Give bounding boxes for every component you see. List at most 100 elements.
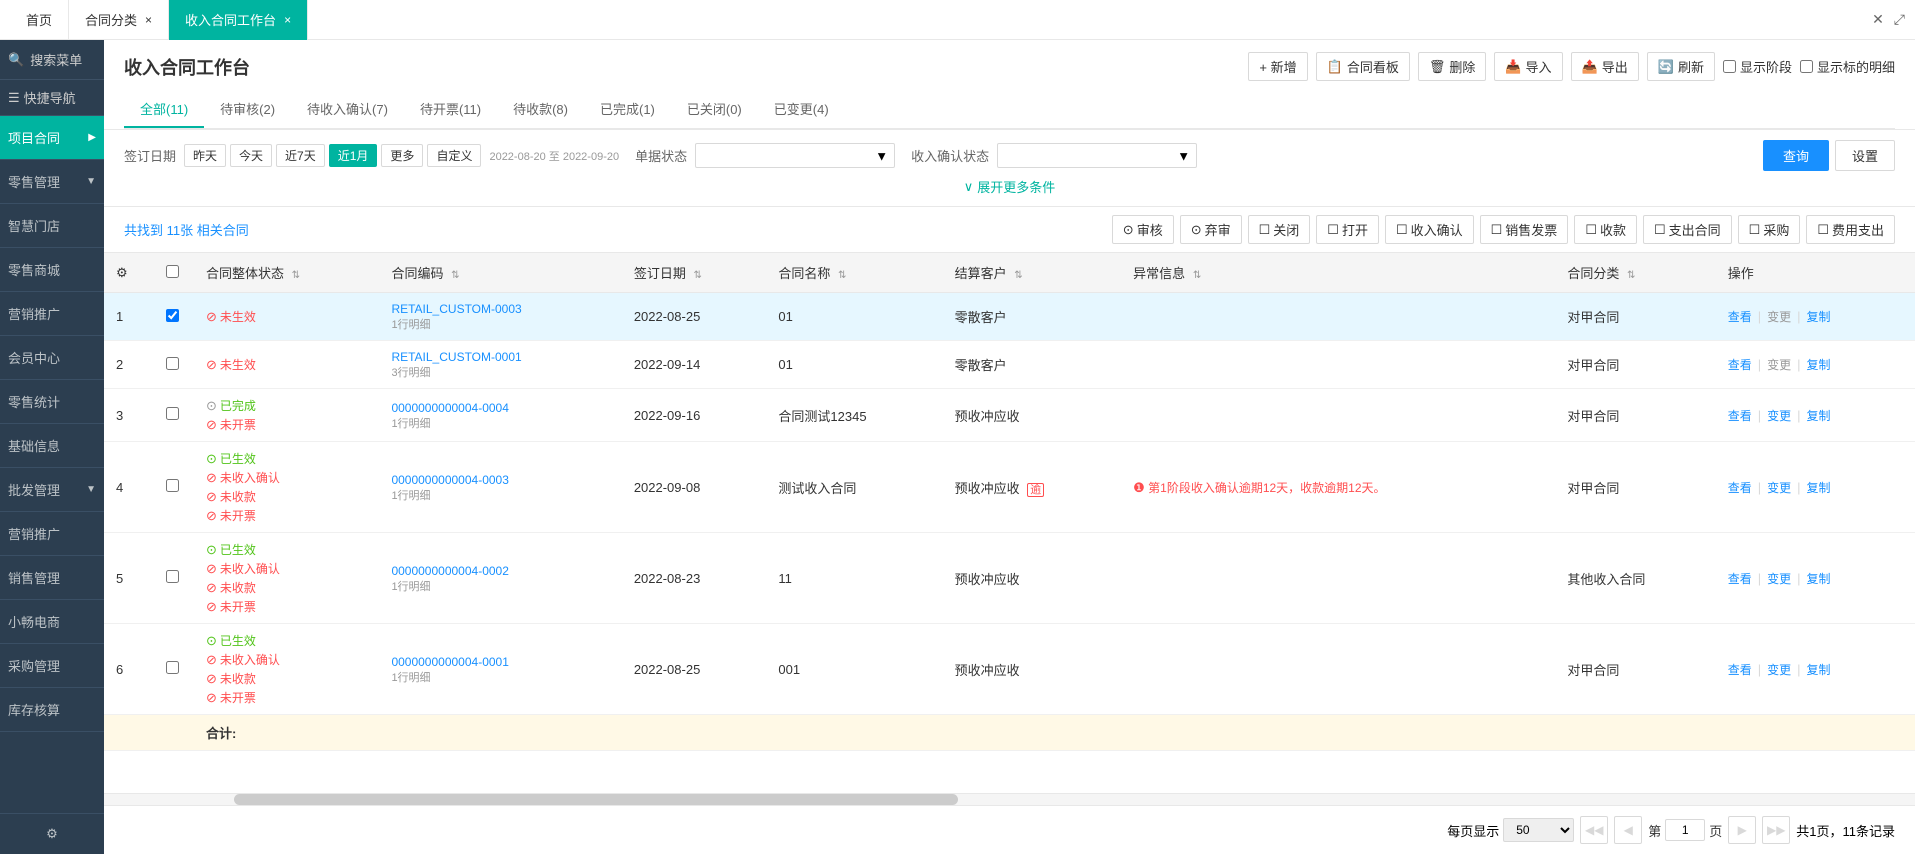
date-btn-7days[interactable]: 近7天	[276, 144, 325, 167]
view-btn-4[interactable]: 查看	[1728, 479, 1752, 496]
open-contract-button[interactable]: ☐ 打开	[1316, 215, 1379, 244]
copy-btn-3[interactable]: 复制	[1807, 407, 1831, 424]
sidebar-item-marketing-promo-2[interactable]: 营销推广	[0, 512, 104, 556]
sidebar-item-sales-management[interactable]: 销售管理	[0, 556, 104, 600]
tab-pending-payment[interactable]: 待收款(8)	[497, 91, 584, 128]
sidebar-item-marketing-promo[interactable]: 营销推广	[0, 292, 104, 336]
tab-contract-category-close[interactable]: ×	[145, 13, 152, 27]
contract-link-6[interactable]: 0000000000004-0001	[391, 655, 508, 669]
tab-closed[interactable]: 已关闭(0)	[671, 91, 758, 128]
sort-icon[interactable]: ⇅	[292, 270, 300, 281]
row-6-checkbox[interactable]	[166, 661, 179, 674]
select-all-checkbox[interactable]	[166, 265, 179, 278]
tab-income-contract-close[interactable]: ×	[284, 13, 291, 27]
row-3-checkbox[interactable]	[166, 407, 179, 420]
sidebar-item-retail-mall[interactable]: 零售商城	[0, 248, 104, 292]
copy-btn-4[interactable]: 复制	[1807, 479, 1831, 496]
delete-button[interactable]: 🗑 删除	[1418, 52, 1487, 81]
prev-page-button[interactable]: ◀	[1614, 816, 1642, 844]
sidebar-item-retail-management[interactable]: 零售管理 ▼	[0, 160, 104, 204]
copy-btn-1[interactable]: 复制	[1807, 308, 1831, 325]
tab-changed[interactable]: 已变更(4)	[758, 91, 845, 128]
sidebar-quick-nav[interactable]: ☰ 快捷导航	[0, 80, 104, 116]
sidebar-item-wholesale[interactable]: 批发管理 ▼	[0, 468, 104, 512]
import-button[interactable]: 📥 导入	[1494, 52, 1562, 81]
review-button[interactable]: ⊙ 审核	[1112, 215, 1174, 244]
expand-more-filters[interactable]: ∨ 展开更多条件	[964, 177, 1056, 196]
view-btn-3[interactable]: 查看	[1728, 407, 1752, 424]
row-4-checkbox[interactable]	[166, 479, 179, 492]
copy-btn-5[interactable]: 复制	[1807, 570, 1831, 587]
purchase-button[interactable]: ☐ 采购	[1738, 215, 1801, 244]
edit-btn-1[interactable]: 变更	[1767, 308, 1791, 325]
sort-icon-2[interactable]: ⇅	[451, 270, 459, 281]
expense-contract-button[interactable]: ☐ 支出合同	[1643, 215, 1732, 244]
sidebar-search[interactable]: 🔍 搜索菜单	[0, 40, 104, 80]
tab-pending-confirm[interactable]: 待收入确认(7)	[291, 91, 404, 128]
copy-btn-6[interactable]: 复制	[1807, 661, 1831, 678]
next-page-button[interactable]: ▶	[1728, 816, 1756, 844]
sidebar-item-purchase[interactable]: 采购管理	[0, 644, 104, 688]
contract-link-3[interactable]: 0000000000004-0004	[391, 401, 508, 415]
sort-icon-4[interactable]: ⇅	[838, 270, 846, 281]
sidebar-item-project-contract[interactable]: 项目合同 ▶	[0, 116, 104, 160]
row-1-checkbox[interactable]	[166, 309, 179, 322]
sidebar-item-retail-stats[interactable]: 零售统计	[0, 380, 104, 424]
refresh-button[interactable]: 🔄 刷新	[1647, 52, 1715, 81]
date-btn-1month[interactable]: 近1月	[329, 144, 378, 167]
abandon-review-button[interactable]: ⊙ 弃审	[1180, 215, 1242, 244]
contract-link-5[interactable]: 0000000000004-0002	[391, 564, 508, 578]
show-stages-checkbox[interactable]: 显示阶段	[1723, 57, 1792, 76]
date-btn-yesterday[interactable]: 昨天	[184, 144, 226, 167]
expense-out-button[interactable]: ☐ 费用支出	[1806, 215, 1895, 244]
contract-board-button[interactable]: 📋 合同看板	[1316, 52, 1410, 81]
query-button[interactable]: 查询	[1763, 140, 1829, 171]
horizontal-scrollbar[interactable]	[104, 793, 1915, 805]
sidebar-settings[interactable]: ⚙	[0, 813, 104, 854]
export-button[interactable]: 📤 导出	[1571, 52, 1639, 81]
tab-pending-review[interactable]: 待审核(2)	[204, 91, 291, 128]
sort-icon-5[interactable]: ⇅	[1014, 270, 1022, 281]
tab-pending-invoice[interactable]: 待开票(11)	[404, 91, 497, 128]
show-details-checkbox[interactable]: 显示标的明细	[1800, 57, 1895, 76]
sidebar-item-inventory[interactable]: 库存核算	[0, 688, 104, 732]
sort-icon-7[interactable]: ⇅	[1627, 270, 1635, 281]
edit-btn-6[interactable]: 变更	[1767, 661, 1791, 678]
date-btn-more[interactable]: 更多	[381, 144, 423, 167]
sort-icon-3[interactable]: ⇅	[693, 270, 701, 281]
tab-completed[interactable]: 已完成(1)	[584, 91, 671, 128]
date-btn-custom[interactable]: 自定义	[427, 144, 481, 167]
page-size-dropdown[interactable]: 10 20 50 100	[1503, 818, 1574, 842]
tab-contract-category[interactable]: 合同分类 ×	[69, 0, 169, 40]
window-maximize-button[interactable]: ⤢	[1894, 11, 1905, 28]
edit-btn-4[interactable]: 变更	[1767, 479, 1791, 496]
page-number-input[interactable]	[1665, 819, 1705, 841]
tab-income-contract[interactable]: 收入合同工作台 ×	[169, 0, 308, 40]
add-button[interactable]: + 新增	[1248, 52, 1307, 81]
row-2-checkbox[interactable]	[166, 357, 179, 370]
edit-btn-5[interactable]: 变更	[1767, 570, 1791, 587]
sort-icon-6[interactable]: ⇅	[1193, 270, 1201, 281]
sidebar-item-ecommerce[interactable]: 小畅电商	[0, 600, 104, 644]
sidebar-item-member-center[interactable]: 会员中心	[0, 336, 104, 380]
sidebar-item-basic-info[interactable]: 基础信息	[0, 424, 104, 468]
sales-invoice-button[interactable]: ☐ 销售发票	[1480, 215, 1569, 244]
sidebar-item-smart-store[interactable]: 智慧门店	[0, 204, 104, 248]
confirm-status-select[interactable]: ▼	[997, 143, 1197, 168]
income-confirm-button[interactable]: ☐ 收入确认	[1385, 215, 1474, 244]
payment-button[interactable]: ☐ 收款	[1574, 215, 1637, 244]
settings-button[interactable]: 设置	[1835, 140, 1895, 171]
last-page-button[interactable]: ▶▶	[1762, 816, 1790, 844]
edit-btn-3[interactable]: 变更	[1767, 407, 1791, 424]
tab-all[interactable]: 全部(11)	[124, 91, 204, 128]
contract-link-4[interactable]: 0000000000004-0003	[391, 473, 508, 487]
settings-icon[interactable]: ⚙	[116, 265, 128, 280]
date-btn-today[interactable]: 今天	[230, 144, 272, 167]
doc-status-select[interactable]: ▼	[695, 143, 895, 168]
window-close-button[interactable]: ✕	[1872, 11, 1884, 28]
close-contract-button[interactable]: ☐ 关闭	[1248, 215, 1311, 244]
contract-link-1[interactable]: RETAIL_CUSTOM-0003	[391, 302, 521, 316]
first-page-button[interactable]: ◀◀	[1580, 816, 1608, 844]
row-5-checkbox[interactable]	[166, 570, 179, 583]
view-btn-2[interactable]: 查看	[1728, 356, 1752, 373]
